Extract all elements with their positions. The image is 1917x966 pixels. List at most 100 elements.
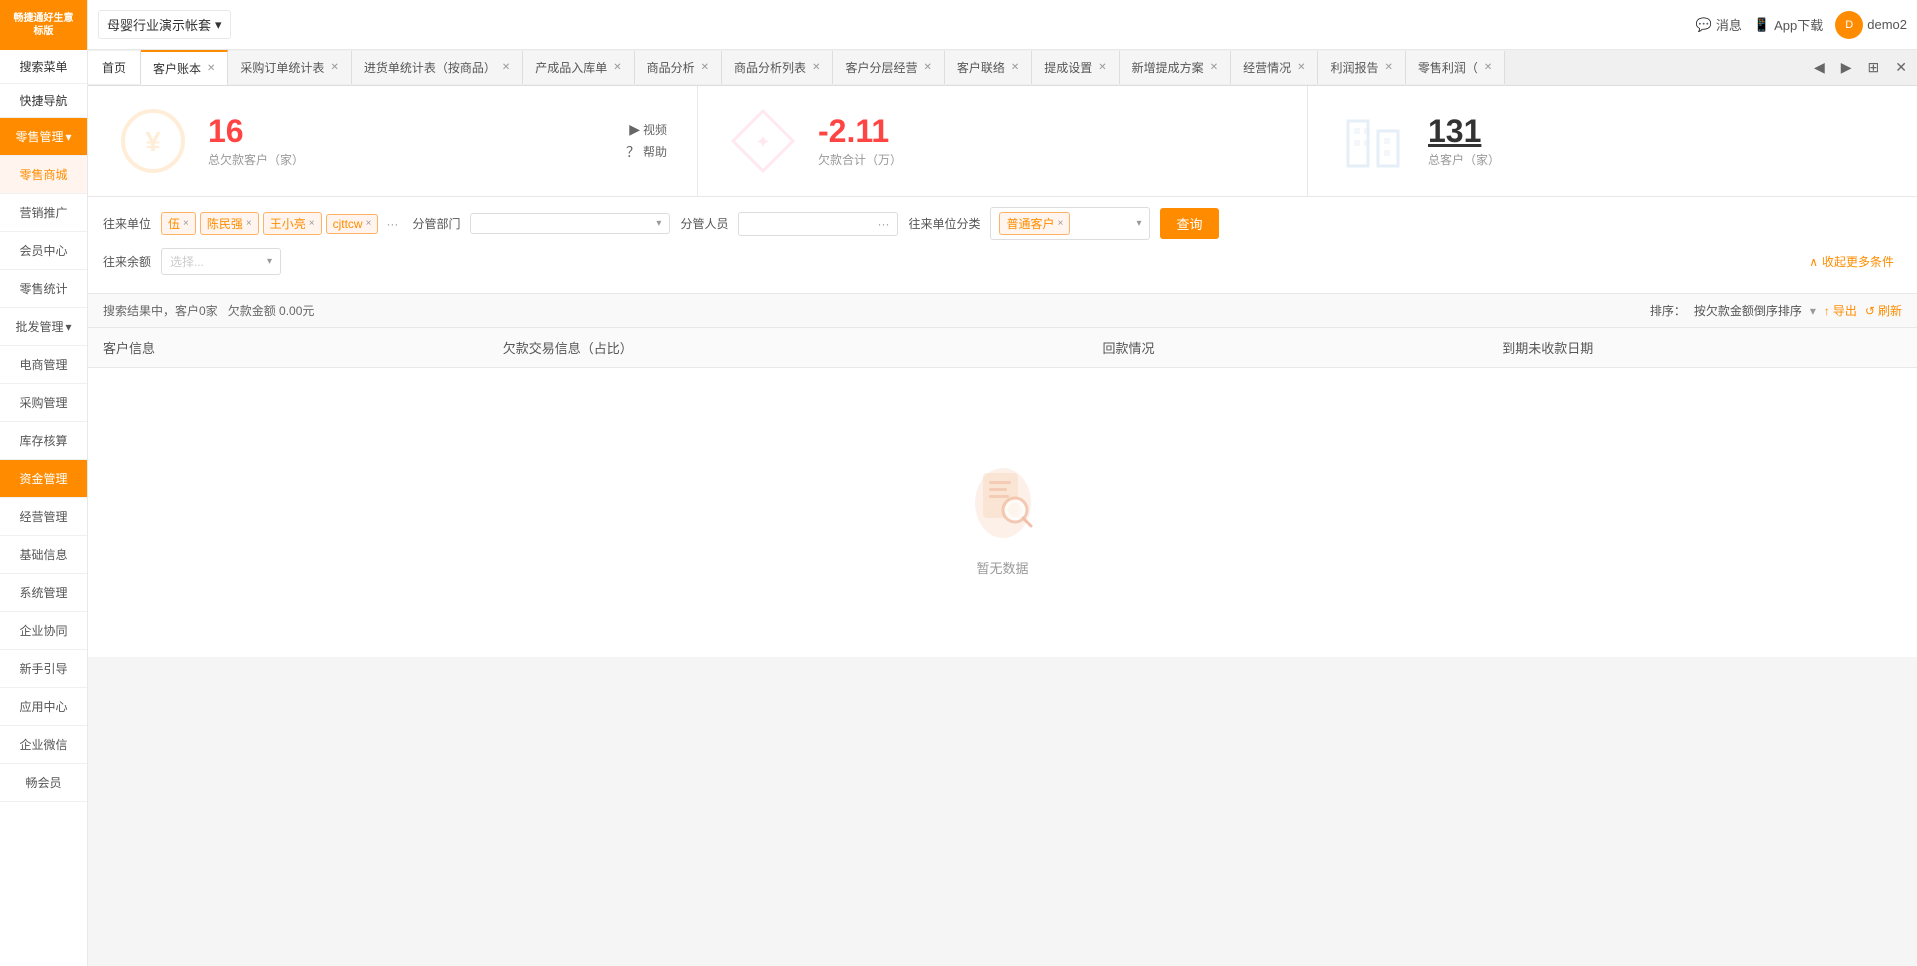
tab-profit-report[interactable]: 利润报告 ✕ bbox=[1318, 51, 1405, 84]
tab-close-customer-account[interactable]: ✕ bbox=[207, 63, 215, 74]
sidebar-item-member-vip[interactable]: 畅会员 bbox=[0, 764, 87, 802]
tabs-next-btn[interactable]: ▶ bbox=[1835, 55, 1858, 80]
tab-customer-contact[interactable]: 客户联络 ✕ bbox=[945, 51, 1032, 84]
user-account[interactable]: D demo2 bbox=[1835, 11, 1907, 39]
unit-tags-more[interactable]: ··· bbox=[382, 215, 402, 233]
tab-close-product-inbound[interactable]: ✕ bbox=[613, 62, 621, 73]
stat-label-debt-customers: 总欠款客户（家） bbox=[208, 151, 304, 168]
tab-product-analysis-list[interactable]: 商品分析列表 ✕ bbox=[722, 51, 833, 84]
main-content: 母婴行业演示帐套 ▾ 💬 消息 📱 App下载 D demo2 首页 客户账本 … bbox=[88, 0, 1917, 966]
tab-retail-profit[interactable]: 零售利润（ ✕ bbox=[1406, 51, 1505, 84]
tabs-bar: 首页 客户账本 ✕ 采购订单统计表 ✕ 进货单统计表（按商品） ✕ 产成品入库单… bbox=[88, 50, 1917, 86]
sidebar-item-finance-mgmt[interactable]: 资金管理 bbox=[0, 460, 87, 498]
sidebar-item-retail-mall[interactable]: 零售商城 bbox=[0, 156, 87, 194]
unit-class-filter-select[interactable]: 普通客户 × ▾ bbox=[990, 207, 1150, 240]
unit-tag-chen[interactable]: 陈民强 × bbox=[200, 212, 259, 235]
tab-close-retail-profit[interactable]: ✕ bbox=[1484, 62, 1492, 73]
debt-amount-text: 欠款金额 0.00元 bbox=[228, 302, 315, 319]
sidebar-item-wholesale-mgmt[interactable]: 批发管理 ▾ bbox=[0, 308, 87, 346]
topbar-right: 💬 消息 📱 App下载 D demo2 bbox=[1696, 11, 1907, 39]
tabs-prev-btn[interactable]: ◀ bbox=[1808, 55, 1831, 80]
sidebar-item-basic-info[interactable]: 基础信息 bbox=[0, 536, 87, 574]
sidebar-item-retail-stat[interactable]: 零售统计 bbox=[0, 270, 87, 308]
tab-inbound-stat[interactable]: 进货单统计表（按商品） ✕ bbox=[352, 51, 523, 84]
stat-info-debt-customers: 16 总欠款客户（家） bbox=[208, 115, 304, 168]
dept-filter-label: 分管部门 bbox=[412, 215, 460, 232]
sidebar-item-marketing[interactable]: 营销推广 bbox=[0, 194, 87, 232]
help-link[interactable]: ？ 帮助 bbox=[626, 142, 667, 162]
tab-close-inbound-stat[interactable]: ✕ bbox=[502, 62, 510, 73]
sidebar-item-search[interactable]: 搜索菜单 bbox=[0, 50, 87, 84]
collapse-btn[interactable]: ∧ 收起更多条件 bbox=[1801, 249, 1902, 274]
stat-label-total-customers: 总客户（家） bbox=[1428, 151, 1500, 168]
message-btn[interactable]: 💬 消息 bbox=[1696, 15, 1742, 34]
tab-operation-status[interactable]: 经营情况 ✕ bbox=[1231, 51, 1318, 84]
sidebar-item-ecommerce-mgmt[interactable]: 电商管理 bbox=[0, 346, 87, 384]
sidebar-item-quick-nav[interactable]: 快捷导航 bbox=[0, 84, 87, 118]
tab-home[interactable]: 首页 bbox=[88, 51, 141, 84]
sidebar-item-purchase-mgmt[interactable]: 采购管理 bbox=[0, 384, 87, 422]
sidebar-logo[interactable]: 畅捷通好生意 标版 bbox=[0, 0, 87, 50]
unit-tag-cjttcw[interactable]: cjttcw × bbox=[326, 214, 379, 234]
tab-close-operation-status[interactable]: ✕ bbox=[1297, 62, 1305, 73]
unit-class-arrow-down-icon: ▾ bbox=[1136, 218, 1141, 229]
tab-improve-settings[interactable]: 提成设置 ✕ bbox=[1032, 51, 1119, 84]
account-selector[interactable]: 母婴行业演示帐套 ▾ bbox=[98, 10, 231, 39]
unit-class-tag-normal-close[interactable]: × bbox=[1058, 218, 1064, 229]
sidebar-item-new-guide[interactable]: 新手引导 bbox=[0, 650, 87, 688]
unit-tag-wu[interactable]: 伍 × bbox=[161, 212, 196, 235]
tab-close-new-improve[interactable]: ✕ bbox=[1210, 62, 1218, 73]
tab-close-product-analysis-list[interactable]: ✕ bbox=[812, 62, 820, 73]
tab-customer-account[interactable]: 客户账本 ✕ bbox=[141, 50, 228, 85]
building-icon bbox=[1338, 106, 1408, 176]
stat-value-total-customers: 131 bbox=[1428, 115, 1500, 147]
sidebar-item-member[interactable]: 会员中心 bbox=[0, 232, 87, 270]
tabs-expand-btn[interactable]: ⊞ bbox=[1862, 55, 1886, 80]
unit-class-tag-normal[interactable]: 普通客户 × bbox=[999, 212, 1070, 235]
tab-product-inbound[interactable]: 产成品入库单 ✕ bbox=[523, 51, 634, 84]
stat-label-debt-amount: 欠款合计（万） bbox=[818, 151, 902, 168]
unit-tag-chen-close[interactable]: × bbox=[246, 218, 252, 229]
sidebar-item-inventory[interactable]: 库存核算 bbox=[0, 422, 87, 460]
export-btn[interactable]: ↑ 导出 bbox=[1824, 302, 1857, 319]
tab-close-improve-settings[interactable]: ✕ bbox=[1098, 62, 1106, 73]
dept-filter-select[interactable]: ▾ bbox=[470, 213, 670, 234]
empty-icon bbox=[953, 448, 1053, 548]
sort-value[interactable]: 按欠款金额倒序排序 bbox=[1694, 302, 1802, 319]
sidebar-item-operation-mgmt[interactable]: 经营管理 bbox=[0, 498, 87, 536]
tabs-close-all-btn[interactable]: ✕ bbox=[1889, 55, 1913, 80]
tabs-actions: ◀ ▶ ⊞ ✕ bbox=[1804, 55, 1917, 80]
sidebar-item-retail-mgmt[interactable]: 零售管理 ▾ bbox=[0, 118, 87, 156]
sidebar-item-enterprise-wechat[interactable]: 企业微信 bbox=[0, 726, 87, 764]
video-link[interactable]: ▶ 视频 bbox=[629, 121, 667, 138]
tab-close-customer-contact[interactable]: ✕ bbox=[1011, 62, 1019, 73]
balance-filter-select[interactable]: 选择... ▾ bbox=[161, 248, 281, 275]
app-download-btn[interactable]: 📱 App下载 bbox=[1754, 15, 1823, 34]
unit-tag-cjttcw-close[interactable]: × bbox=[366, 218, 372, 229]
filter-row-2: 往来余额 选择... ▾ ∧ 收起更多条件 bbox=[103, 248, 1902, 275]
tab-new-improve[interactable]: 新增提成方案 ✕ bbox=[1120, 51, 1231, 84]
sidebar-item-app-center[interactable]: 应用中心 bbox=[0, 688, 87, 726]
unit-tag-wang[interactable]: 王小亮 × bbox=[263, 212, 322, 235]
unit-tag-wang-close[interactable]: × bbox=[309, 218, 315, 229]
tab-purchase-order[interactable]: 采购订单统计表 ✕ bbox=[228, 51, 351, 84]
tab-close-profit-report[interactable]: ✕ bbox=[1385, 62, 1393, 73]
filter-row-1: 往来单位 伍 × 陈民强 × 王小亮 × cjttcw bbox=[103, 207, 1902, 240]
sidebar-item-enterprise-agreement[interactable]: 企业协同 bbox=[0, 612, 87, 650]
tab-product-analysis[interactable]: 商品分析 ✕ bbox=[635, 51, 722, 84]
person-filter-select[interactable]: ··· bbox=[738, 212, 898, 236]
refresh-btn[interactable]: ↺ 刷新 bbox=[1865, 302, 1902, 319]
download-icon: 📱 bbox=[1754, 17, 1770, 33]
video-icon: ▶ bbox=[629, 121, 640, 138]
person-filter-dots[interactable]: ··· bbox=[877, 217, 889, 231]
unit-tag-wu-close[interactable]: × bbox=[183, 218, 189, 229]
sidebar-item-system-mgmt[interactable]: 系统管理 bbox=[0, 574, 87, 612]
tab-customer-segment[interactable]: 客户分层经营 ✕ bbox=[833, 51, 944, 84]
svg-text:¥: ¥ bbox=[145, 126, 161, 157]
unit-filter-tags: 伍 × 陈民强 × 王小亮 × cjttcw × ··· bbox=[161, 212, 402, 235]
query-button[interactable]: 查询 bbox=[1160, 208, 1218, 239]
tab-close-customer-segment[interactable]: ✕ bbox=[923, 62, 931, 73]
balance-arrow-down-icon: ▾ bbox=[267, 256, 272, 267]
tab-close-product-analysis[interactable]: ✕ bbox=[701, 62, 709, 73]
tab-close-purchase-order[interactable]: ✕ bbox=[330, 62, 338, 73]
